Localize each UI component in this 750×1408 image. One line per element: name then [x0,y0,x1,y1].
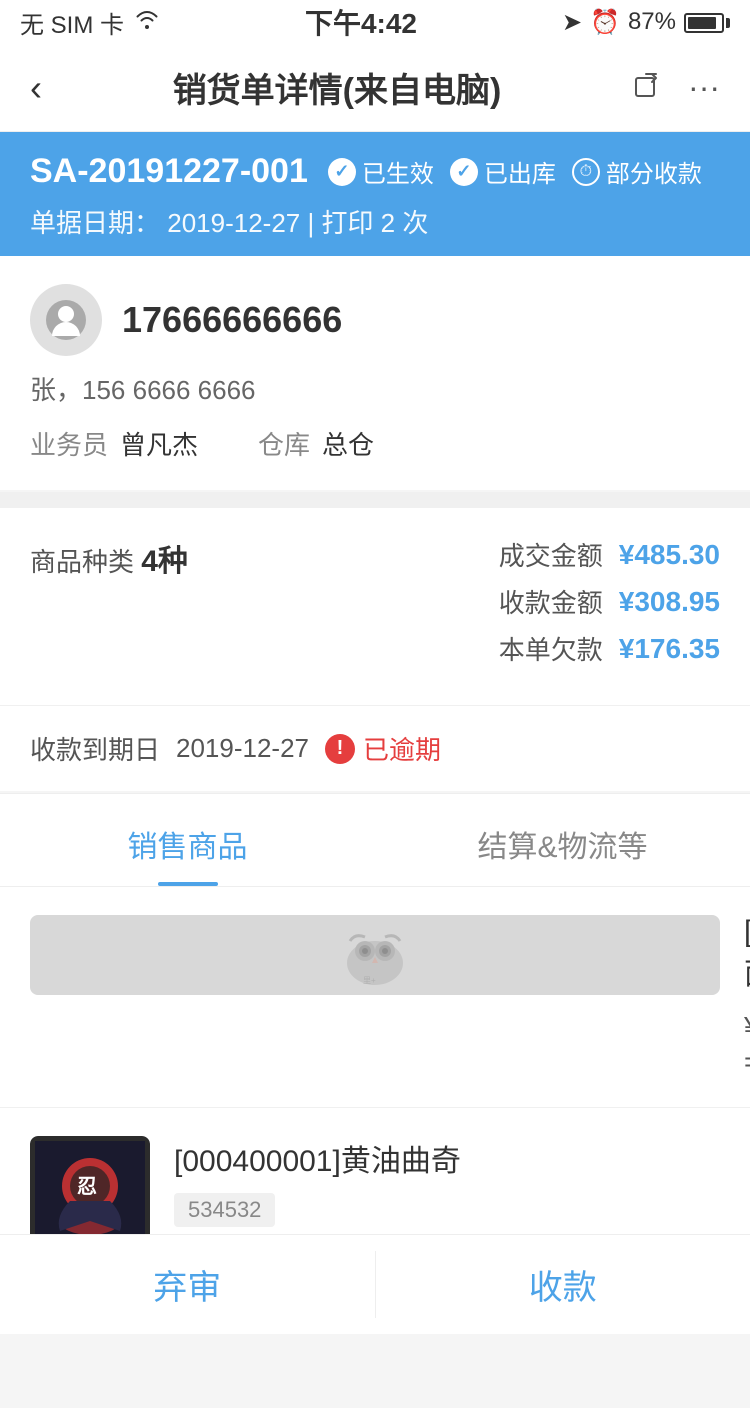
sim-label: 无 SIM 卡 [20,5,124,40]
order-badges: ✓ 已生效 ✓ 已出库 ⏱ 部分收款 [328,154,702,189]
status-right: ➤ ⏰ 87% [562,8,730,37]
transaction-amount: ¥485.30 [619,539,720,571]
debt-row: 本单欠款 ¥176.35 [499,630,720,667]
print-info: | 打印 2 次 [307,208,428,238]
transaction-row: 成交金额 ¥485.30 [499,536,720,573]
warehouse-item: 仓库 总仓 [258,425,374,462]
due-date-label: 收款到期日 [30,730,160,767]
customer-main-row: 17666666666 [30,284,720,356]
transaction-label: 成交金额 [499,536,603,573]
alarm-icon: ⏰ [590,8,620,37]
product-kind-value: 4种 [141,545,188,578]
debt-label: 本单欠款 [499,630,603,667]
check-icon-2: ✓ [450,158,478,186]
nav-actions: ··· [632,68,720,107]
received-row: 收款金额 ¥308.95 [499,583,720,620]
product-tag-2: 534532 [174,1193,275,1227]
back-button[interactable]: ‹ [30,67,42,109]
due-date-section: 收款到期日 2019-12-27 ! 已逾期 [0,705,750,791]
overdue-badge: ! 已逾期 [325,730,441,767]
confirm-button[interactable]: 收款 [376,1235,750,1334]
salesperson-item: 业务员 曾凡杰 [30,425,198,462]
avatar-icon [46,300,86,340]
share-icon[interactable] [632,68,664,107]
page-title: 销货单详情(来自电脑) [173,63,502,112]
due-date-value: 2019-12-27 [176,733,309,764]
stats-left: 商品种类 4种 [30,536,188,588]
order-date-row: 单据日期： 2019-12-27 | 打印 2 次 [30,203,720,240]
more-icon[interactable]: ··· [688,69,720,106]
battery-icon [684,8,730,36]
product-name-2: [000400001]黄油曲奇 [174,1136,720,1180]
order-id: SA-20191227-001 [30,152,308,191]
debt-amount: ¥176.35 [619,633,720,665]
received-amount: ¥308.95 [619,586,720,618]
clock-icon: ⏱ [572,158,600,186]
cancel-button[interactable]: 弃审 [0,1235,375,1334]
salesperson-value: 曾凡杰 [120,425,198,462]
badge-partial-payment: ⏱ 部分收款 [572,154,702,189]
svg-text:里+: 里+ [363,976,376,985]
product-thumb-1: 里+ [30,915,720,995]
order-header-banner: SA-20191227-001 ✓ 已生效 ✓ 已出库 ⏱ 部分收款 单据日期：… [0,132,750,256]
customer-meta: 业务员 曾凡杰 仓库 总仓 [30,425,720,462]
product-kind-label: 商品种类 [30,547,141,577]
warehouse-label: 仓库 [258,425,310,462]
received-label: 收款金额 [499,583,603,620]
customer-sub-info: 张，156 6666 6666 [30,370,720,407]
stats-section: 商品种类 4种 成交金额 ¥485.30 收款金额 ¥308.95 本单欠款 ¥… [0,508,750,705]
product-name-1: [0000002]面包 [744,915,750,993]
product-kind-row: 商品种类 4种 [30,536,188,580]
tabs-row: 销售商品 结算&物流等 [0,794,750,887]
product-info-1: [0000002]面包 ¥40 x 5 袋 = ¥199.99 [744,915,750,1079]
check-icon: ✓ [328,158,356,186]
tabs-section: 销售商品 结算&物流等 [0,793,750,887]
badge-shipped: ✓ 已出库 [450,154,556,189]
tab-settlement[interactable]: 结算&物流等 [375,794,750,886]
wifi-icon [134,8,160,36]
customer-section: 17666666666 张，156 6666 6666 业务员 曾凡杰 仓库 总… [0,256,750,490]
location-icon: ➤ [562,8,582,37]
warehouse-value: 总仓 [322,425,374,462]
svg-text:忍: 忍 [77,1176,97,1198]
product-item-1: 里+ [0000002]面包 ¥40 x 5 袋 = ¥199.99 [0,887,750,1108]
order-date: 2019-12-27 [167,208,300,238]
date-label: 单据日期： [30,208,160,238]
customer-name: 17666666666 [122,299,342,341]
overdue-icon: ! [325,734,355,764]
customer-avatar [30,284,102,356]
status-time: 下午4:42 [305,2,417,42]
price-eq-1: = [744,1046,750,1077]
status-left: 无 SIM 卡 [20,5,160,40]
divider-1 [0,492,750,508]
overdue-text: 已逾期 [363,730,441,767]
stats-right: 成交金额 ¥485.30 收款金额 ¥308.95 本单欠款 ¥176.35 [499,536,720,677]
price-base-1: ¥40 [744,1011,750,1042]
tab-sales-products[interactable]: 销售商品 [0,794,375,886]
salesperson-label: 业务员 [30,425,108,462]
bottom-bar: 弃审 收款 [0,1234,750,1334]
badge-activated: ✓ 已生效 [328,154,434,189]
product-price-1: ¥40 x 5 袋 = ¥199.99 [744,1005,750,1079]
status-bar: 无 SIM 卡 下午4:42 ➤ ⏰ 87% [0,0,750,44]
battery-percent: 87% [628,8,676,36]
nav-bar: ‹ 销货单详情(来自电脑) ··· [0,44,750,132]
